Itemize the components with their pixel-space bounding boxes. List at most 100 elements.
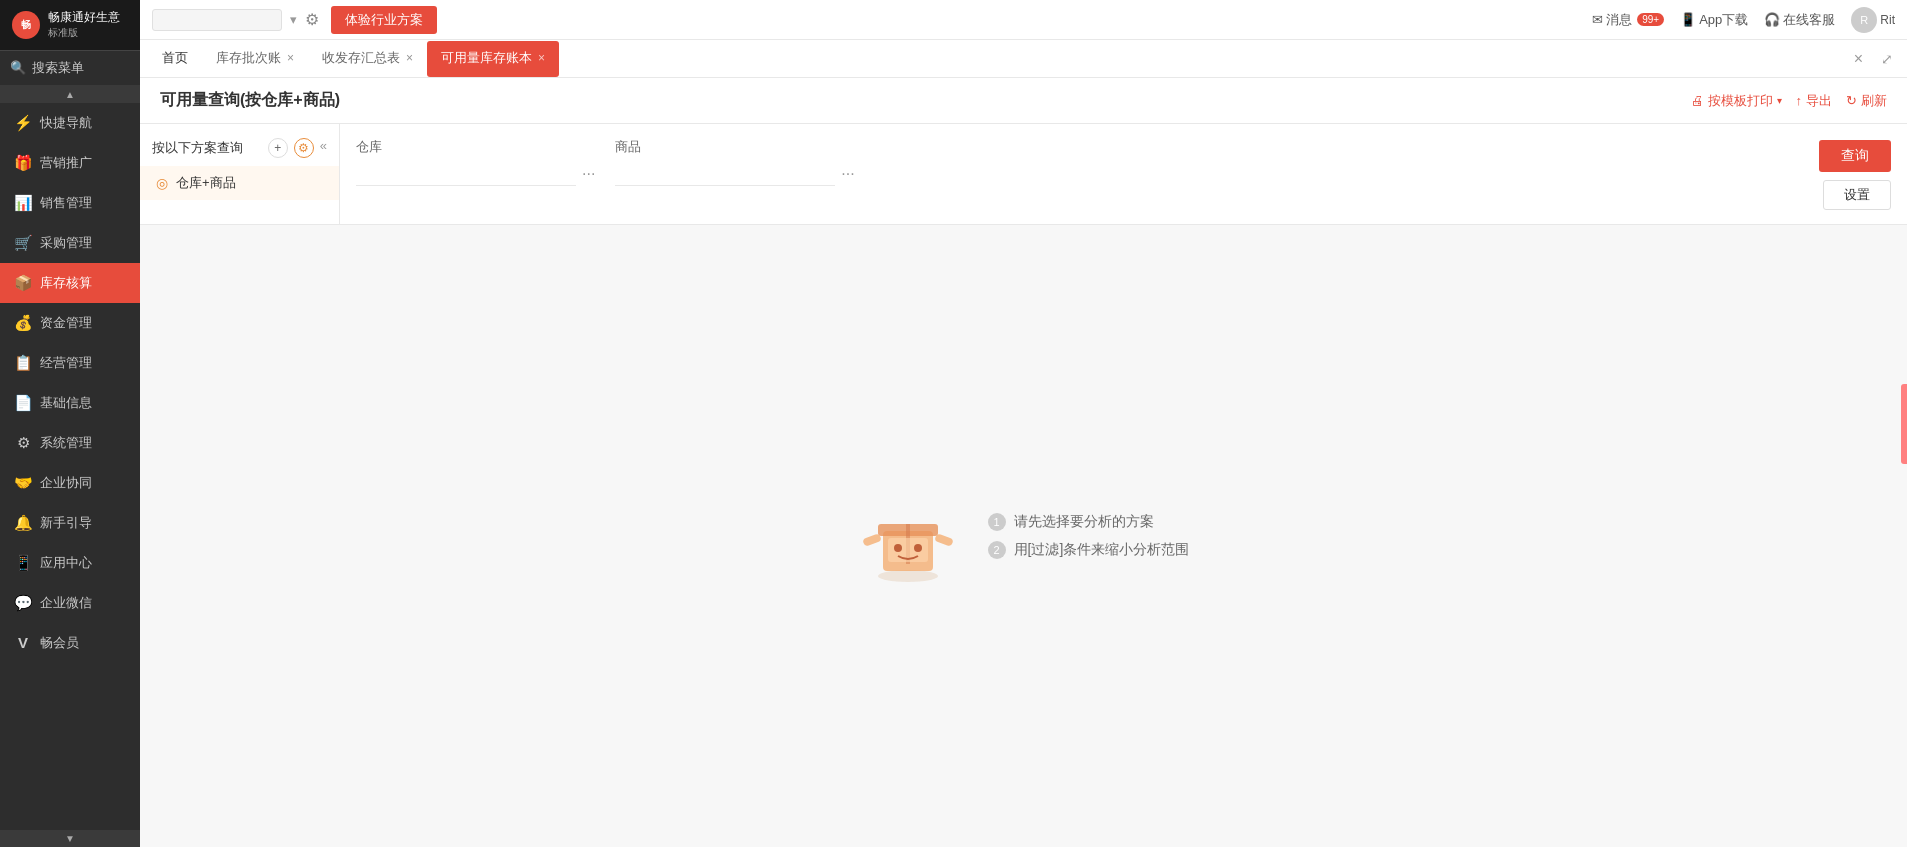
scheme-add-button[interactable]: + <box>268 138 288 158</box>
warehouse-filter-input-row: ··· <box>356 162 595 186</box>
message-icon: ✉ <box>1592 12 1603 27</box>
system-icon: ⚙ <box>14 434 32 452</box>
scheme-item-label: 仓库+商品 <box>176 174 236 192</box>
sidebar-item-member[interactable]: V 畅会员 <box>0 623 140 663</box>
sidebar-scroll-down[interactable]: ▼ <box>0 830 140 847</box>
search-menu[interactable]: 🔍 搜索菜单 <box>0 51 140 86</box>
sidebar-item-label: 销售管理 <box>40 194 92 212</box>
sidebar-item-operation[interactable]: 📋 经营管理 <box>0 343 140 383</box>
app-center-icon: 📱 <box>14 554 32 572</box>
scheme-panel-title: 按以下方案查询 <box>152 139 243 157</box>
svg-point-6 <box>914 544 922 552</box>
sidebar-item-newbie[interactable]: 🔔 新手引导 <box>0 503 140 543</box>
sidebar-item-enterprise[interactable]: 🤝 企业协同 <box>0 463 140 503</box>
sidebar-item-wechat[interactable]: 💬 企业微信 <box>0 583 140 623</box>
sidebar-item-label: 采购管理 <box>40 234 92 252</box>
filter-settings-button[interactable]: 设置 <box>1823 180 1891 210</box>
online-service-label: 在线客服 <box>1783 11 1835 29</box>
sidebar-item-label: 基础信息 <box>40 394 92 412</box>
sidebar-item-basic[interactable]: 📄 基础信息 <box>0 383 140 423</box>
export-icon: ↑ <box>1796 93 1803 108</box>
empty-hint-2-text: 用[过滤]条件来缩小分析范围 <box>1014 541 1190 559</box>
tab-expand-button[interactable]: ⤢ <box>1875 49 1899 69</box>
sidebar-item-label: 快捷导航 <box>40 114 92 132</box>
online-service-button[interactable]: 🎧 在线客服 <box>1764 11 1835 29</box>
filter-area: 仓库 ··· 商品 ··· <box>340 124 1907 224</box>
message-badge: 99+ <box>1637 13 1664 26</box>
filter-actions: 查询 设置 <box>1819 138 1891 210</box>
quick-nav-icon: ⚡ <box>14 114 32 132</box>
message-label: 消息 <box>1606 11 1632 29</box>
warehouse-more-button[interactable]: ··· <box>582 165 595 183</box>
sidebar-item-label: 新手引导 <box>40 514 92 532</box>
print-dropdown-icon[interactable]: ▾ <box>1777 95 1782 106</box>
sidebar-item-label: 营销推广 <box>40 154 92 172</box>
inventory-icon: 📦 <box>14 274 32 292</box>
operation-icon: 📋 <box>14 354 32 372</box>
scheme-item-warehouse-product[interactable]: ◎ 仓库+商品 <box>140 166 339 200</box>
purchase-icon: 🛒 <box>14 234 32 252</box>
tab-available-ledger[interactable]: 可用量库存账本 × <box>427 41 559 77</box>
sidebar-scroll-up[interactable]: ▲ <box>0 86 140 103</box>
scheme-item-icon: ◎ <box>156 175 168 191</box>
refresh-label: 刷新 <box>1861 92 1887 110</box>
sidebar-item-inventory[interactable]: 📦 库存核算 <box>0 263 140 303</box>
empty-hint-2: 2 用[过滤]条件来缩小分析范围 <box>988 541 1190 559</box>
refresh-button[interactable]: ↻ 刷新 <box>1846 92 1887 110</box>
app-download-button[interactable]: 📱 App下载 <box>1680 11 1748 29</box>
topbar-gear-icon[interactable]: ⚙ <box>305 10 319 29</box>
sidebar-item-finance[interactable]: 💰 资金管理 <box>0 303 140 343</box>
tab-batch-ledger-close[interactable]: × <box>287 51 294 65</box>
warehouse-filter-label: 仓库 <box>356 138 595 156</box>
tab-receive-summary-close[interactable]: × <box>406 51 413 65</box>
query-button[interactable]: 查询 <box>1819 140 1891 172</box>
tab-batch-ledger-label: 库存批次账 <box>216 49 281 67</box>
tab-home-label: 首页 <box>162 49 188 67</box>
topbar-dropdown-icon[interactable]: ▾ <box>290 12 297 27</box>
svg-rect-7 <box>862 533 882 547</box>
tabs-bar: 首页 库存批次账 × 收发存汇总表 × 可用量库存账本 × × ⤢ <box>140 40 1907 78</box>
empty-state: 1 请先选择要分析的方案 2 用[过滤]条件来缩小分析范围 <box>140 225 1907 847</box>
print-template-button[interactable]: 🖨 按模板打印 ▾ <box>1691 92 1782 110</box>
warehouse-input[interactable] <box>356 162 576 186</box>
search-menu-label: 搜索菜单 <box>32 59 84 77</box>
sidebar-nav: ⚡ 快捷导航 🎁 营销推广 📊 销售管理 🛒 采购管理 📦 库存核算 💰 资金管… <box>0 103 140 830</box>
app-download-label: App下载 <box>1699 11 1748 29</box>
tab-close-all-button[interactable]: × <box>1848 48 1869 70</box>
newbie-icon: 🔔 <box>14 514 32 532</box>
scheme-panel-actions: + ⚙ « <box>268 138 327 158</box>
industry-solution-button[interactable]: 体验行业方案 <box>331 6 437 34</box>
query-area: 按以下方案查询 + ⚙ « ◎ 仓库+商品 仓库 <box>140 124 1907 225</box>
sidebar-item-label: 企业协同 <box>40 474 92 492</box>
product-more-button[interactable]: ··· <box>841 165 854 183</box>
sidebar-item-sales[interactable]: 📊 销售管理 <box>0 183 140 223</box>
sidebar-item-label: 系统管理 <box>40 434 92 452</box>
user-avatar-button[interactable]: R Rit <box>1851 7 1895 33</box>
scheme-collapse-button[interactable]: « <box>320 138 327 158</box>
sidebar-item-purchase[interactable]: 🛒 采购管理 <box>0 223 140 263</box>
topbar: ▾ ⚙ 体验行业方案 ✉ 消息 99+ 📱 App下载 🎧 在线客服 R Rit <box>140 0 1907 40</box>
topbar-search-input[interactable] <box>152 9 282 31</box>
tab-home[interactable]: 首页 <box>148 41 202 77</box>
empty-hint-1-num: 1 <box>988 513 1006 531</box>
page-header: 可用量查询(按仓库+商品) 🖨 按模板打印 ▾ ↑ 导出 ↻ 刷新 <box>140 78 1907 124</box>
product-input[interactable] <box>615 162 835 186</box>
sidebar-item-quick-nav[interactable]: ⚡ 快捷导航 <box>0 103 140 143</box>
print-icon: 🖨 <box>1691 93 1704 108</box>
tab-available-ledger-close[interactable]: × <box>538 51 545 65</box>
sidebar-item-app-center[interactable]: 📱 应用中心 <box>0 543 140 583</box>
message-button[interactable]: ✉ 消息 99+ <box>1592 11 1664 29</box>
logo-icon: 畅 <box>12 11 40 39</box>
sidebar-item-marketing[interactable]: 🎁 营销推广 <box>0 143 140 183</box>
tab-batch-ledger[interactable]: 库存批次账 × <box>202 41 308 77</box>
export-button[interactable]: ↑ 导出 <box>1796 92 1833 110</box>
tab-receive-summary-label: 收发存汇总表 <box>322 49 400 67</box>
right-scroll-indicator[interactable] <box>1901 384 1907 464</box>
sidebar-item-label: 应用中心 <box>40 554 92 572</box>
tab-receive-summary[interactable]: 收发存汇总表 × <box>308 41 427 77</box>
service-icon: 🎧 <box>1764 12 1780 27</box>
sidebar-item-system[interactable]: ⚙ 系统管理 <box>0 423 140 463</box>
sidebar-logo: 畅 畅康通好生意 标准版 <box>0 0 140 51</box>
scheme-settings-button[interactable]: ⚙ <box>294 138 314 158</box>
page-title: 可用量查询(按仓库+商品) <box>160 90 340 111</box>
